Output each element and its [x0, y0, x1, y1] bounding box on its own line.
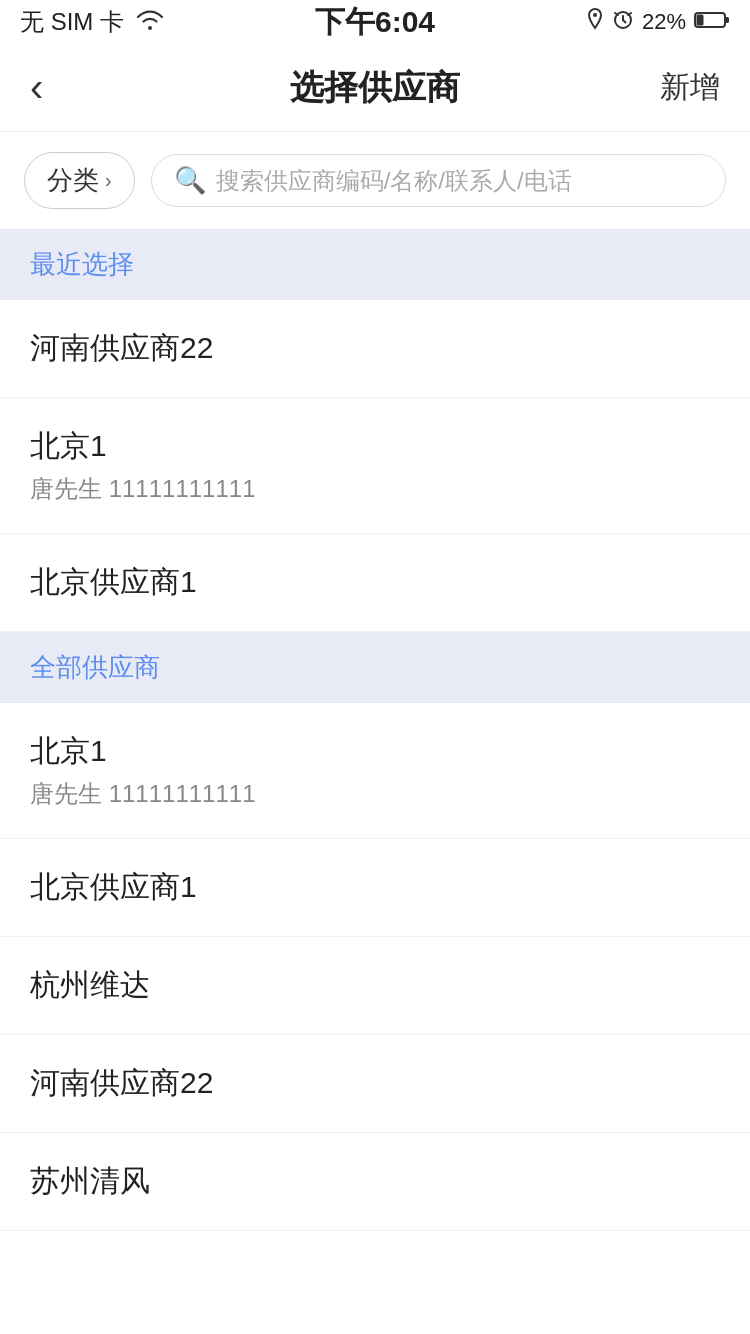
filter-bar: 分类 › 🔍 — [0, 132, 750, 229]
item-name: 河南供应商22 — [30, 1063, 720, 1104]
recent-items-list: 河南供应商22 北京1 唐先生 11111111111 北京供应商1 — [0, 300, 750, 632]
svg-rect-4 — [697, 15, 704, 26]
search-box: 🔍 — [151, 154, 726, 207]
status-right: 22% — [586, 8, 730, 36]
item-name: 河南供应商22 — [30, 328, 720, 369]
item-name: 北京1 — [30, 426, 720, 467]
status-time: 下午6:04 — [315, 2, 435, 43]
category-label: 分类 — [47, 163, 99, 198]
all-section-header: 全部供应商 — [0, 632, 750, 703]
item-sub: 唐先生 11111111111 — [30, 473, 720, 505]
list-item[interactable]: 杭州维达 — [0, 937, 750, 1035]
status-left: 无 SIM 卡 — [20, 6, 166, 38]
item-name: 北京供应商1 — [30, 867, 720, 908]
list-item[interactable]: 北京供应商1 — [0, 534, 750, 632]
no-sim-text: 无 SIM 卡 — [20, 6, 124, 38]
svg-rect-3 — [725, 17, 729, 23]
list-item[interactable]: 北京供应商1 — [0, 839, 750, 937]
item-sub: 唐先生 11111111111 — [30, 778, 720, 810]
item-name: 苏州清风 — [30, 1161, 720, 1202]
alarm-icon — [612, 8, 634, 36]
list-item[interactable]: 北京1 唐先生 11111111111 — [0, 703, 750, 839]
svg-point-0 — [593, 13, 597, 17]
item-name: 北京供应商1 — [30, 562, 720, 603]
list-item[interactable]: 河南供应商22 — [0, 1035, 750, 1133]
chevron-right-icon: › — [105, 169, 112, 192]
search-input[interactable] — [216, 167, 703, 195]
item-name: 北京1 — [30, 731, 720, 772]
all-items-list: 北京1 唐先生 11111111111 北京供应商1 杭州维达河南供应商22 苏州清风 — [0, 703, 750, 1231]
search-icon: 🔍 — [174, 165, 206, 196]
wifi-icon — [134, 8, 166, 36]
back-button[interactable]: ‹ — [30, 65, 90, 110]
list-item[interactable]: 北京1 唐先生 11111111111 — [0, 398, 750, 534]
category-button[interactable]: 分类 › — [24, 152, 135, 209]
status-bar: 无 SIM 卡 下午6:04 22% — [0, 0, 750, 44]
add-button[interactable]: 新增 — [660, 67, 720, 108]
recent-section-header: 最近选择 — [0, 229, 750, 300]
battery-text: 22% — [642, 9, 686, 35]
all-section-label: 全部供应商 — [30, 652, 160, 682]
recent-section-label: 最近选择 — [30, 249, 134, 279]
list-item[interactable]: 河南供应商22 — [0, 300, 750, 398]
list-item[interactable]: 苏州清风 — [0, 1133, 750, 1231]
nav-bar: ‹ 选择供应商 新增 — [0, 44, 750, 132]
page-title: 选择供应商 — [290, 65, 460, 111]
battery-icon — [694, 9, 730, 35]
location-icon — [586, 8, 604, 36]
item-name: 杭州维达 — [30, 965, 720, 1006]
